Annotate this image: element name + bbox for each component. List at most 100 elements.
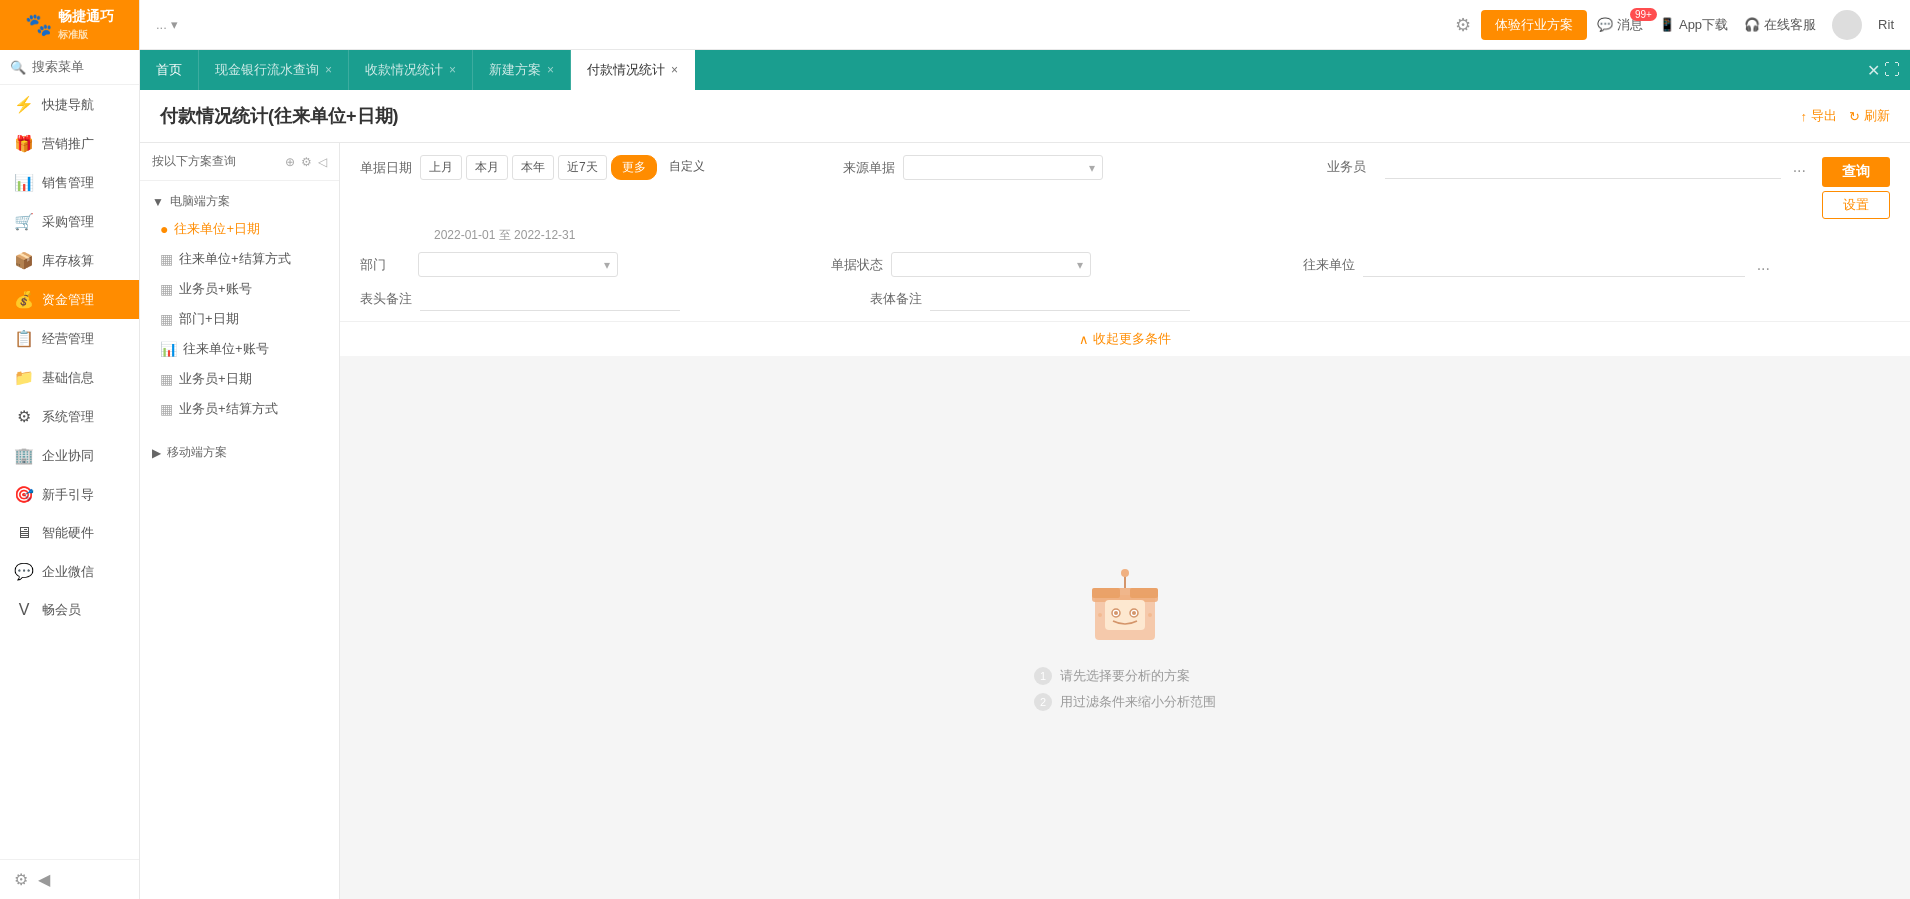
user-avatar[interactable] [1832,10,1862,40]
sidebar-item-marketing[interactable]: 🎁营销推广 [0,124,139,163]
filter-actions: 查询 设置 [1822,155,1890,219]
breadcrumb-text: ... [156,17,167,32]
tab-payment-stats[interactable]: 付款情况统计× [571,50,695,90]
tab-maximize-icon[interactable]: ⛶ [1884,61,1900,79]
refresh-button[interactable]: ↻ 刷新 [1849,107,1890,125]
svg-point-12 [1148,613,1152,617]
scheme-icon-unit-account: 📊 [160,341,177,357]
sidebar-item-sales[interactable]: 📊销售管理 [0,163,139,202]
sidebar-item-purchase[interactable]: 🛒采购管理 [0,202,139,241]
sidebar-item-inventory[interactable]: 📦库存核算 [0,241,139,280]
tab-close-receivable[interactable]: × [449,63,456,77]
scheme-icon-unit-settle: ▦ [160,251,173,267]
scheme-collapse-icon[interactable]: ◁ [318,155,327,169]
tab-close-cashflow[interactable]: × [325,63,332,77]
sidebar-nav: ⚡快捷导航🎁营销推广📊销售管理🛒采购管理📦库存核算💰资金管理📋经营管理📁基础信息… [0,85,139,859]
sidebar-item-enterprise[interactable]: 🏢企业协同 [0,436,139,475]
desktop-scheme-section: ▼ 电脑端方案 ●往来单位+日期▦往来单位+结算方式▦业务员+账号▦部门+日期📊… [140,181,339,432]
tab-new-plan[interactable]: 新建方案× [473,50,571,90]
sidebar-label-system: 系统管理 [42,408,94,426]
filter-table-head-col: 表头备注 [360,287,870,311]
sidebar-label-enterprise: 企业协同 [42,447,94,465]
related-unit-ellipsis-icon[interactable]: ... [1753,256,1774,274]
online-service-button[interactable]: 🎧 在线客服 [1744,16,1816,34]
sidebar-search[interactable]: 🔍 搜索菜单 [0,50,139,85]
more-btn[interactable]: 更多 [611,155,657,180]
tab-cashflow[interactable]: 现金银行流水查询× [199,50,349,90]
related-unit-input[interactable] [1363,253,1745,277]
custom-btn[interactable]: 自定义 [661,155,713,180]
scheme-item-staff-settle[interactable]: ▦业务员+结算方式 [140,394,339,424]
doc-status-label: 单据状态 [831,256,883,274]
dept-select-wrap [418,252,618,277]
this-month-btn[interactable]: 本月 [466,155,508,180]
sidebar-icon-operation: 📋 [14,329,34,348]
filter-form: 单据日期 上月 本月 本年 近7天 更多 自定义 来源单据 [340,143,1910,321]
scheme-item-unit-settle[interactable]: ▦往来单位+结算方式 [140,244,339,274]
last-7-btn[interactable]: 近7天 [558,155,607,180]
username-label[interactable]: Rit [1878,17,1894,32]
tab-close-all-icon[interactable]: ✕ [1867,61,1880,80]
filter-table-body-col: 表体备注 [870,287,1380,311]
settings-icon[interactable]: ⚙ [14,870,28,889]
filter-row-3: 表头备注 表体备注 [360,287,1890,311]
staff-ellipsis-icon[interactable]: ... [1789,158,1810,176]
scheme-item-unit-date[interactable]: ●往来单位+日期 [140,214,339,244]
scheme-add-icon[interactable]: ⊕ [285,155,295,169]
sidebar-item-member[interactable]: V畅会员 [0,591,139,629]
sidebar-item-quick-nav[interactable]: ⚡快捷导航 [0,85,139,124]
sidebar-icon-wechat: 💬 [14,562,34,581]
sidebar-item-wechat[interactable]: 💬企业微信 [0,552,139,591]
tab-close-payment-stats[interactable]: × [671,63,678,77]
doc-status-select[interactable] [891,252,1091,277]
filter-settings-button[interactable]: 设置 [1822,191,1890,219]
sidebar-item-operation[interactable]: 📋经营管理 [0,319,139,358]
tab-receivable[interactable]: 收款情况统计× [349,50,473,90]
scheme-label-unit-account: 往来单位+账号 [183,340,269,358]
sidebar-icon-guide: 🎯 [14,485,34,504]
this-year-btn[interactable]: 本年 [512,155,554,180]
table-head-note-input[interactable] [420,287,680,311]
mobile-section-toggle[interactable]: ▶ 移动端方案 [140,440,339,465]
last-month-btn[interactable]: 上月 [420,155,462,180]
query-button[interactable]: 查询 [1822,157,1890,187]
scheme-label-unit-date: 往来单位+日期 [174,220,260,238]
staff-input[interactable] [1385,155,1781,179]
topbar-settings-icon[interactable]: ⚙ [1455,14,1471,36]
tab-home[interactable]: 首页 [140,50,199,90]
table-head-note-label: 表头备注 [360,290,412,308]
sidebar-label-purchase: 采购管理 [42,213,94,231]
sidebar-item-guide[interactable]: 🎯 新手引导 [0,475,139,514]
scheme-item-dept-date[interactable]: ▦部门+日期 [140,304,339,334]
page-content: 付款情况统计(往来单位+日期) ↑ 导出 ↻ 刷新 按以下方案查询 ⊕ [140,90,1910,899]
trial-button[interactable]: 体验行业方案 [1481,10,1587,40]
search-label: 搜索菜单 [32,58,84,76]
sidebar-icon-quick-nav: ⚡ [14,95,34,114]
message-button[interactable]: 💬 消息 99+ [1597,16,1643,34]
app-download-button[interactable]: 📱 App下载 [1659,16,1728,34]
sidebar-item-system[interactable]: ⚙系统管理 [0,397,139,436]
tab-close-new-plan[interactable]: × [547,63,554,77]
sidebar-item-finance[interactable]: 💰资金管理 [0,280,139,319]
scheme-item-staff-account[interactable]: ▦业务员+账号 [140,274,339,304]
source-select[interactable] [903,155,1103,180]
scheme-item-staff-date[interactable]: ▦业务员+日期 [140,364,339,394]
desktop-section-toggle[interactable]: ▼ 电脑端方案 [140,189,339,214]
breadcrumb-arrow-icon[interactable]: ▾ [171,17,178,32]
collapse-button[interactable]: ∧ 收起更多条件 [340,321,1910,356]
sidebar-item-hardware[interactable]: 🖥智能硬件 [0,514,139,552]
collapse-sidebar-icon[interactable]: ◀ [38,870,50,889]
scheme-item-unit-account[interactable]: 📊 往来单位+账号 [140,334,339,364]
sidebar-label-guide: 新手引导 [42,486,94,504]
svg-point-8 [1132,611,1136,615]
message-badge: 99+ [1630,8,1657,21]
collapse-arrow-icon: ∧ [1079,332,1089,347]
sidebar-item-basic[interactable]: 📁基础信息 [0,358,139,397]
sidebar-icon-sales: 📊 [14,173,34,192]
table-body-note-input[interactable] [930,287,1190,311]
scheme-label-staff-account: 业务员+账号 [179,280,252,298]
dept-select[interactable] [418,252,618,277]
scheme-settings-icon[interactable]: ⚙ [301,155,312,169]
content-wrap: 按以下方案查询 ⊕ ⚙ ◁ ▼ 电脑端方案 ●往来单位+日期▦往来单位+结算方式… [140,143,1910,899]
export-button[interactable]: ↑ 导出 [1801,107,1838,125]
